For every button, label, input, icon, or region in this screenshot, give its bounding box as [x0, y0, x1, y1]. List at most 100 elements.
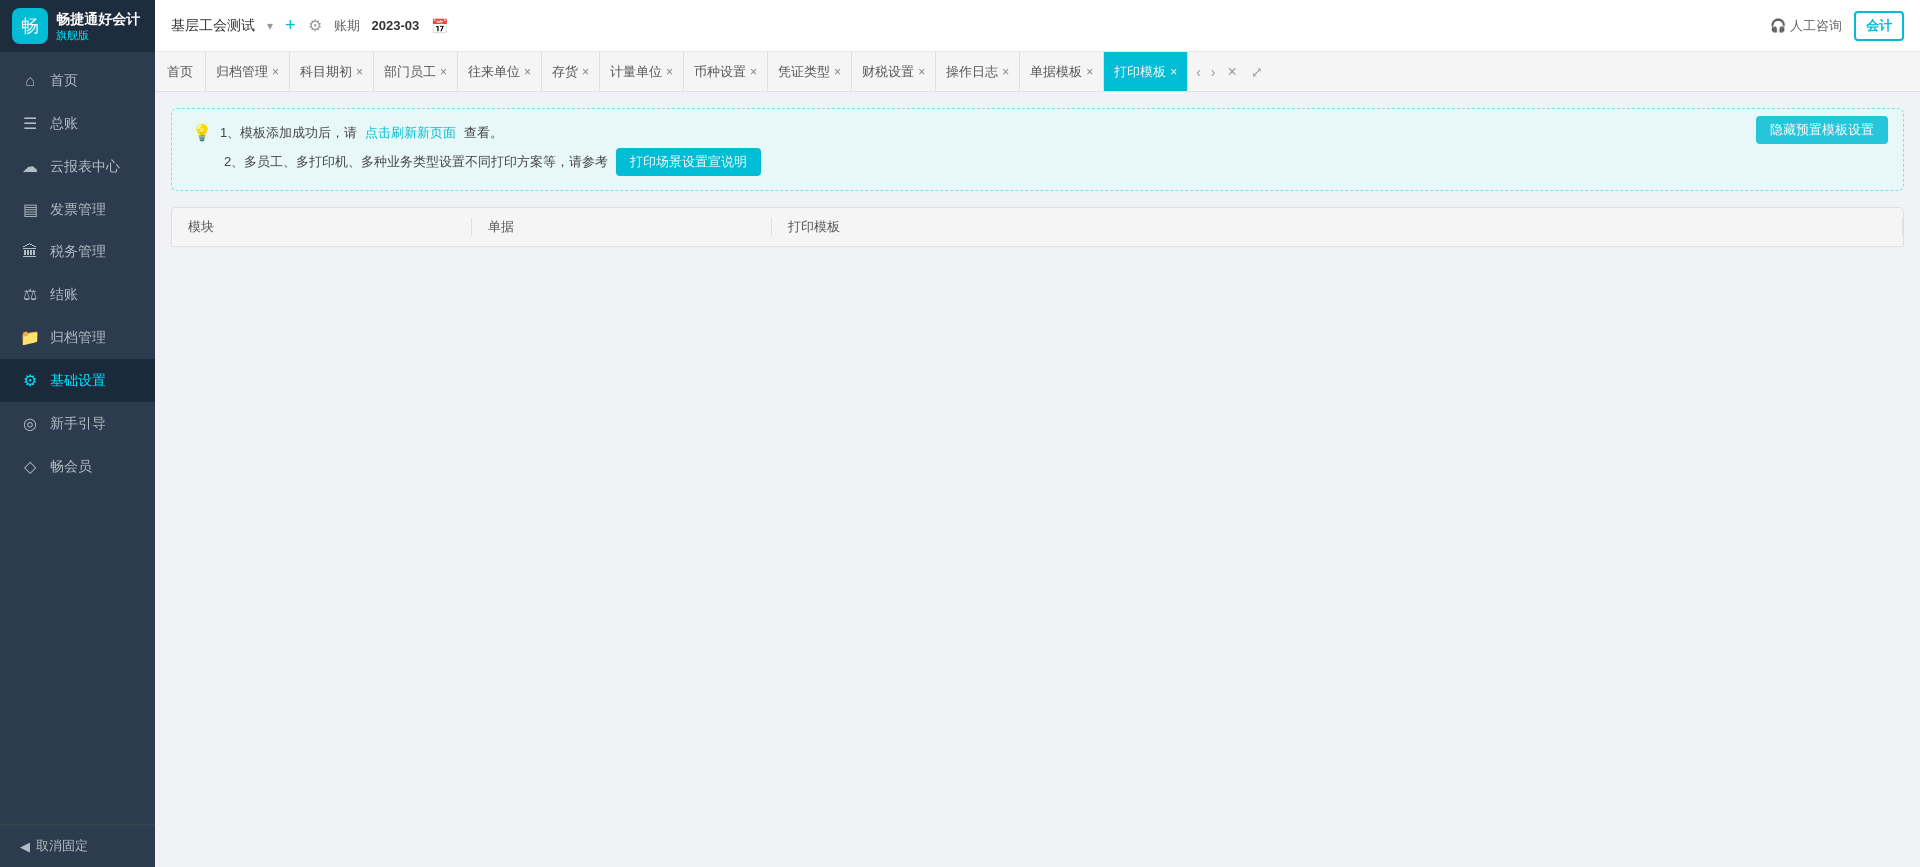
tab-partner[interactable]: 往来单位 ×	[458, 52, 542, 92]
tab-tax-settings-close[interactable]: ×	[918, 65, 925, 79]
logo-icon: 畅	[12, 8, 48, 44]
tab-voucher-type-close[interactable]: ×	[834, 65, 841, 79]
tab-unit-close[interactable]: ×	[666, 65, 673, 79]
company-name: 基层工会测试	[171, 17, 255, 35]
sidebar-item-label: 发票管理	[50, 201, 106, 219]
sidebar-item-archive[interactable]: 📁 归档管理	[0, 316, 155, 359]
sidebar-item-member[interactable]: ◇ 畅会员	[0, 445, 155, 488]
invoice-icon: ▤	[20, 200, 40, 219]
sidebar-item-label: 新手引导	[50, 415, 106, 433]
archive-icon: 📁	[20, 328, 40, 347]
tab-print-template[interactable]: 打印模板 ×	[1104, 52, 1188, 92]
print-scene-btn[interactable]: 打印场景设置宣说明	[616, 148, 761, 176]
sidebar-menu: ⌂ 首页 ☰ 总账 ☁ 云报表中心 ▤ 发票管理 🏛 税务管理 ⚖ 结账 📁 归…	[0, 52, 155, 824]
tab-print-template-close[interactable]: ×	[1170, 65, 1177, 79]
tab-inventory-close[interactable]: ×	[582, 65, 589, 79]
table-header: 模块 单据 打印模板	[171, 207, 1904, 247]
settings-gear-icon[interactable]: ⚙	[308, 16, 322, 35]
headset-icon: 🎧	[1770, 18, 1786, 33]
tab-subject-init-label: 科目期初	[300, 63, 352, 81]
add-tab-button[interactable]: +	[285, 15, 296, 36]
logo: 畅 畅捷通好会计 旗舰版	[0, 0, 155, 52]
sidebar-item-settle[interactable]: ⚖ 结账	[0, 273, 155, 316]
tab-dept-staff-label: 部门员工	[384, 63, 436, 81]
tab-currency-close[interactable]: ×	[750, 65, 757, 79]
content-wrapper: 隐藏预置模板设置 💡 1、模板添加成功后，请 点击刷新新页面 查看。 2、多员工…	[171, 108, 1904, 247]
tab-home[interactable]: 首页	[155, 52, 206, 92]
settings-icon: ⚙	[20, 371, 40, 390]
tab-tax-settings[interactable]: 财税设置 ×	[852, 52, 936, 92]
tab-inventory-label: 存货	[552, 63, 578, 81]
sidebar-item-invoice[interactable]: ▤ 发票管理	[0, 188, 155, 231]
sidebar-item-label: 基础设置	[50, 372, 106, 390]
tab-inventory[interactable]: 存货 ×	[542, 52, 600, 92]
company-dropdown-icon[interactable]: ▾	[267, 19, 273, 33]
tab-archive-mgmt-label: 归档管理	[216, 63, 268, 81]
tab-expand[interactable]: ⤢	[1245, 64, 1269, 80]
tab-currency-label: 币种设置	[694, 63, 746, 81]
tab-unit[interactable]: 计量单位 ×	[600, 52, 684, 92]
topbar-right: 🎧 人工咨询 会计	[1770, 11, 1904, 41]
hide-preview-button[interactable]: 隐藏预置模板设置	[1756, 116, 1888, 144]
logo-text: 畅捷通好会计 旗舰版	[56, 10, 140, 42]
tab-nav-next[interactable]: ›	[1207, 62, 1220, 82]
period-label: 账期	[334, 17, 360, 35]
bulb-icon: 💡	[192, 123, 212, 142]
sidebar-item-label: 畅会员	[50, 458, 92, 476]
tab-unit-label: 计量单位	[610, 63, 662, 81]
tab-voucher-type[interactable]: 凭证类型 ×	[768, 52, 852, 92]
tab-home-label: 首页	[167, 63, 193, 81]
tab-archive-mgmt[interactable]: 归档管理 ×	[206, 52, 290, 92]
sidebar-item-label: 税务管理	[50, 243, 106, 261]
info-line2-prefix: 2、多员工、多打印机、多种业务类型设置不同打印方案等，请参考	[224, 153, 608, 171]
sidebar-item-tax[interactable]: 🏛 税务管理	[0, 231, 155, 273]
reports-icon: ☁	[20, 157, 40, 176]
unpin-label: 取消固定	[36, 837, 88, 855]
sidebar-item-settings[interactable]: ⚙ 基础设置	[0, 359, 155, 402]
tab-nav-prev[interactable]: ‹	[1192, 62, 1205, 82]
col-single: 单据	[472, 218, 772, 236]
period-value: 2023-03	[372, 18, 420, 33]
tab-partner-label: 往来单位	[468, 63, 520, 81]
sidebar-item-ledger[interactable]: ☰ 总账	[0, 102, 155, 145]
sidebar-item-label: 结账	[50, 286, 78, 304]
sidebar-item-home[interactable]: ⌂ 首页	[0, 60, 155, 102]
tab-print-template-label: 打印模板	[1114, 63, 1166, 81]
tab-archive-mgmt-close[interactable]: ×	[272, 65, 279, 79]
tabbar: 首页 归档管理 × 科目期初 × 部门员工 × 往来单位 × 存货 × 计量单位…	[155, 52, 1920, 92]
help-button[interactable]: 🎧 人工咨询	[1770, 17, 1842, 35]
settle-icon: ⚖	[20, 285, 40, 304]
unpin-icon: ◀	[20, 839, 30, 854]
sidebar-item-label: 归档管理	[50, 329, 106, 347]
logo-sub: 旗舰版	[56, 28, 140, 42]
sidebar-item-reports[interactable]: ☁ 云报表中心	[0, 145, 155, 188]
info-line1-link[interactable]: 点击刷新新页面	[365, 124, 456, 142]
tab-op-log-close[interactable]: ×	[1002, 65, 1009, 79]
unpin-button[interactable]: ◀ 取消固定	[0, 824, 155, 867]
tabbar-nav: ‹ › × ⤢	[1188, 62, 1273, 82]
tab-partner-close[interactable]: ×	[524, 65, 531, 79]
tab-single-template-close[interactable]: ×	[1086, 65, 1093, 79]
tab-close-all[interactable]: ×	[1222, 63, 1243, 81]
tab-op-log[interactable]: 操作日志 ×	[936, 52, 1020, 92]
tab-op-log-label: 操作日志	[946, 63, 998, 81]
sidebar-item-label: 首页	[50, 72, 78, 90]
ledger-icon: ☰	[20, 114, 40, 133]
home-icon: ⌂	[20, 72, 40, 90]
tab-single-template-label: 单据模板	[1030, 63, 1082, 81]
calendar-icon[interactable]: 📅	[431, 18, 448, 34]
tab-subject-init-close[interactable]: ×	[356, 65, 363, 79]
info-line1-suffix: 查看。	[464, 124, 503, 142]
tab-currency[interactable]: 币种设置 ×	[684, 52, 768, 92]
topbar: 基层工会测试 ▾ + ⚙ 账期 2023-03 📅 🎧 人工咨询 会计	[155, 0, 1920, 52]
guide-icon: ◎	[20, 414, 40, 433]
sidebar-item-guide[interactable]: ◎ 新手引导	[0, 402, 155, 445]
tab-subject-init[interactable]: 科目期初 ×	[290, 52, 374, 92]
tab-dept-staff-close[interactable]: ×	[440, 65, 447, 79]
tab-single-template[interactable]: 单据模板 ×	[1020, 52, 1104, 92]
account-button[interactable]: 会计	[1854, 11, 1904, 41]
tab-voucher-type-label: 凭证类型	[778, 63, 830, 81]
tax-icon: 🏛	[20, 243, 40, 261]
tab-dept-staff[interactable]: 部门员工 ×	[374, 52, 458, 92]
main-area: 基层工会测试 ▾ + ⚙ 账期 2023-03 📅 🎧 人工咨询 会计 首页 归…	[155, 0, 1920, 867]
